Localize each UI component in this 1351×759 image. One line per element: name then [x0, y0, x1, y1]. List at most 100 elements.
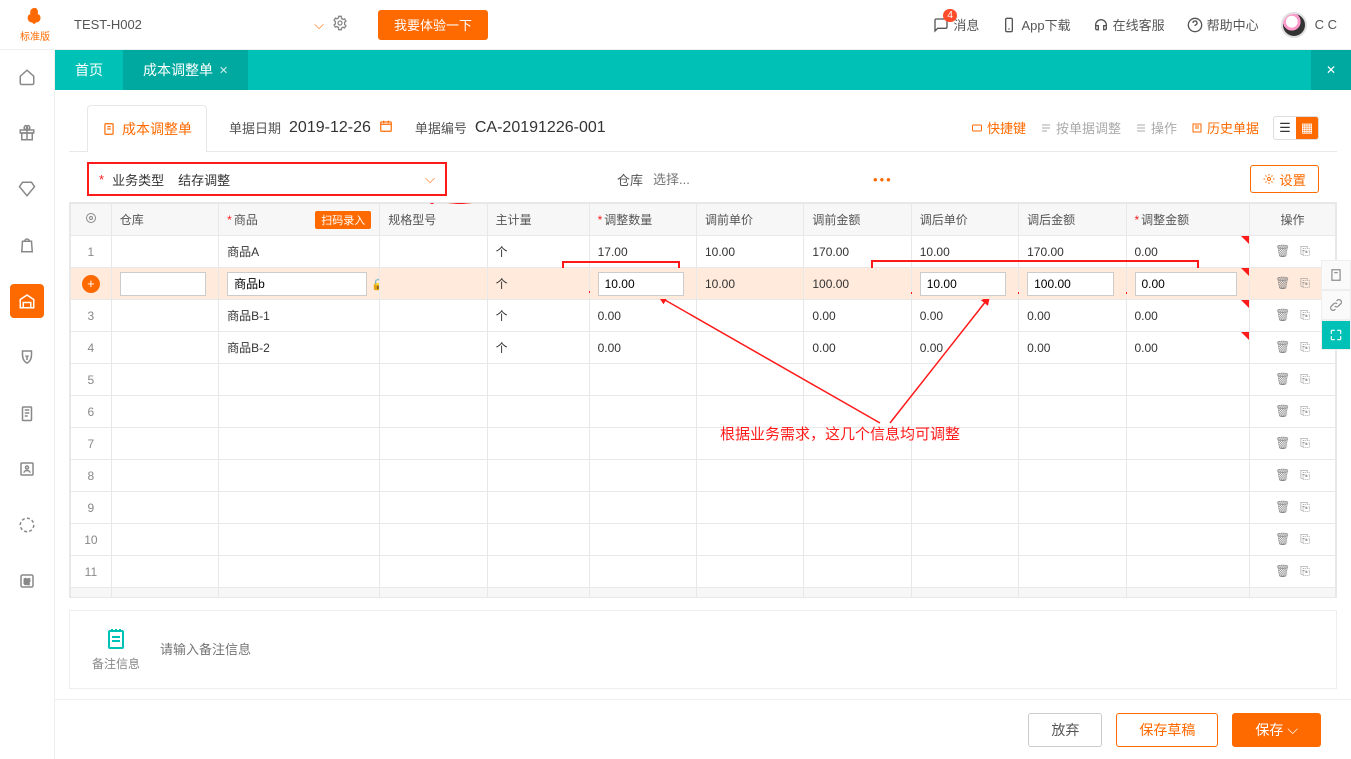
shortcut-action[interactable]: 快捷键 — [971, 118, 1026, 137]
delete-row-icon[interactable]: 🗑 — [1275, 308, 1290, 323]
tab-cost-adjust[interactable]: 成本调整单✕ — [123, 50, 248, 90]
more-icon[interactable]: ••• — [873, 172, 893, 187]
col-warehouse[interactable]: 仓库 — [111, 204, 218, 236]
delete-row-icon[interactable]: 🗑 — [1275, 436, 1290, 451]
copy-row-icon[interactable]: ⎘ — [1300, 244, 1310, 259]
copy-row-icon[interactable]: ⎘ — [1300, 564, 1310, 579]
table-row[interactable]: 8🗑⎘ — [71, 460, 1336, 492]
bylist-action[interactable]: 按单据调整 — [1040, 118, 1121, 137]
logo[interactable]: 标准版 — [14, 6, 56, 43]
org-selector[interactable]: TEST-H002 ⌵ — [74, 10, 324, 40]
discard-button[interactable]: 放弃 — [1028, 713, 1102, 747]
col-unit[interactable]: 主计量 — [487, 204, 589, 236]
view-grid-icon[interactable]: ▦ — [1296, 117, 1318, 139]
app-download-link[interactable]: App下载 — [1001, 15, 1070, 34]
delete-row-icon[interactable]: 🗑 — [1275, 404, 1290, 419]
warehouse-select[interactable]: 仓库 ••• — [617, 170, 893, 189]
col-qty[interactable]: *调整数量 — [589, 204, 696, 236]
copy-row-icon[interactable]: ⎘ — [1300, 500, 1310, 515]
history-action[interactable]: 历史单据 — [1191, 118, 1259, 137]
warehouse-input[interactable] — [120, 272, 206, 296]
nav-diamond-icon[interactable] — [10, 172, 44, 206]
copy-row-icon[interactable]: ⎘ — [1300, 276, 1310, 291]
delete-row-icon[interactable]: 🗑 — [1275, 340, 1290, 355]
table-row[interactable]: 6🗑⎘ — [71, 396, 1336, 428]
nav-contact-icon[interactable] — [10, 452, 44, 486]
copy-row-icon[interactable]: ⎘ — [1300, 532, 1310, 547]
nav-new-icon[interactable]: 新 — [10, 564, 44, 598]
svg-text:新: 新 — [24, 578, 30, 586]
col-after-price[interactable]: 调后单价 — [911, 204, 1018, 236]
save-button[interactable]: 保存⌵ — [1232, 713, 1321, 747]
after-amount-input[interactable] — [1027, 272, 1113, 296]
col-adjust-amount[interactable]: *调整金额 — [1126, 204, 1249, 236]
trial-button[interactable]: 我要体验一下 — [378, 10, 488, 40]
nav-loading-icon[interactable] — [10, 508, 44, 542]
gear-icon[interactable] — [332, 15, 348, 34]
table-row[interactable]: 7🗑⎘ — [71, 428, 1336, 460]
delete-row-icon[interactable]: 🗑 — [1275, 468, 1290, 483]
remarks-input[interactable] — [160, 642, 1314, 657]
nav-money-icon[interactable] — [10, 340, 44, 374]
table-row[interactable]: +🔒个10.00100.00🗑⎘ — [71, 268, 1336, 300]
save-draft-button[interactable]: 保存草稿 — [1116, 713, 1218, 747]
chevron-down-icon: ⌵ — [425, 171, 435, 187]
close-all-tabs[interactable]: ✕ — [1311, 50, 1351, 90]
col-settings[interactable] — [71, 204, 112, 236]
customer-service-link[interactable]: 在线客服 — [1093, 15, 1165, 34]
tab-home[interactable]: 首页 — [55, 50, 123, 90]
view-list-icon[interactable]: ☰ — [1274, 117, 1296, 139]
attach-tool-icon[interactable] — [1321, 290, 1351, 320]
warehouse-input[interactable] — [653, 172, 853, 187]
table-row[interactable]: 4商品B-2个0.000.000.000.000.00🗑⎘ — [71, 332, 1336, 364]
delete-row-icon[interactable]: 🗑 — [1275, 564, 1290, 579]
table-row[interactable]: 10🗑⎘ — [71, 524, 1336, 556]
delete-row-icon[interactable]: 🗑 — [1275, 244, 1290, 259]
table-row[interactable]: 3商品B-1个0.000.000.000.000.00🗑⎘ — [71, 300, 1336, 332]
calendar-icon[interactable] — [379, 119, 393, 136]
copy-row-icon[interactable]: ⎘ — [1300, 436, 1310, 451]
operation-action[interactable]: 操作 — [1135, 118, 1177, 137]
scan-badge[interactable]: 扫码录入 — [315, 211, 371, 229]
copy-row-icon[interactable]: ⎘ — [1300, 468, 1310, 483]
col-pre-amount[interactable]: 调前金额 — [804, 204, 911, 236]
delete-row-icon[interactable]: 🗑 — [1275, 532, 1290, 547]
copy-row-icon[interactable]: ⎘ — [1300, 340, 1310, 355]
nav-home-icon[interactable] — [10, 60, 44, 94]
table-row[interactable]: 1商品A个17.0010.00170.0010.00170.000.00🗑⎘ — [71, 236, 1336, 268]
messages-link[interactable]: 4 消息 — [933, 15, 979, 34]
avatar[interactable] — [1281, 12, 1307, 38]
add-row-icon[interactable]: + — [82, 275, 100, 293]
delete-row-icon[interactable]: 🗑 — [1275, 500, 1290, 515]
copy-row-icon[interactable]: ⎘ — [1300, 308, 1310, 323]
table-row[interactable]: 5🗑⎘ — [71, 364, 1336, 396]
note-tool-icon[interactable] — [1321, 260, 1351, 290]
nav-gift-icon[interactable] — [10, 116, 44, 150]
close-icon[interactable]: ✕ — [219, 64, 228, 77]
settings-button[interactable]: 设置 — [1250, 165, 1319, 193]
user-menu[interactable]: C C — [1315, 17, 1337, 32]
delete-row-icon[interactable]: 🗑 — [1275, 372, 1290, 387]
product-input[interactable] — [227, 272, 367, 296]
copy-row-icon[interactable]: ⎘ — [1300, 404, 1310, 419]
delete-row-icon[interactable]: 🗑 — [1275, 276, 1290, 291]
after-price-input[interactable] — [920, 272, 1006, 296]
qty-input[interactable] — [598, 272, 684, 296]
left-nav: 新 — [0, 50, 55, 759]
nav-warehouse-icon[interactable] — [10, 284, 44, 318]
view-toggle[interactable]: ☰ ▦ — [1273, 116, 1319, 140]
expand-tool-icon[interactable] — [1321, 320, 1351, 350]
table-row[interactable]: 11🗑⎘ — [71, 556, 1336, 588]
adjust-input[interactable] — [1135, 272, 1237, 296]
nav-clipboard-icon[interactable] — [10, 396, 44, 430]
col-spec[interactable]: 规格型号 — [380, 204, 487, 236]
col-after-amount[interactable]: 调后金额 — [1019, 204, 1126, 236]
col-product[interactable]: *商品扫码录入 — [219, 204, 380, 236]
copy-row-icon[interactable]: ⎘ — [1300, 372, 1310, 387]
doc-date[interactable]: 单据日期 2019-12-26 — [229, 118, 393, 137]
business-type-select[interactable]: * 业务类型 结存调整 ⌵ — [87, 162, 447, 196]
table-row[interactable]: 9🗑⎘ — [71, 492, 1336, 524]
help-center-link[interactable]: 帮助中心 — [1187, 15, 1259, 34]
nav-bag-icon[interactable] — [10, 228, 44, 262]
col-pre-price[interactable]: 调前单价 — [697, 204, 804, 236]
